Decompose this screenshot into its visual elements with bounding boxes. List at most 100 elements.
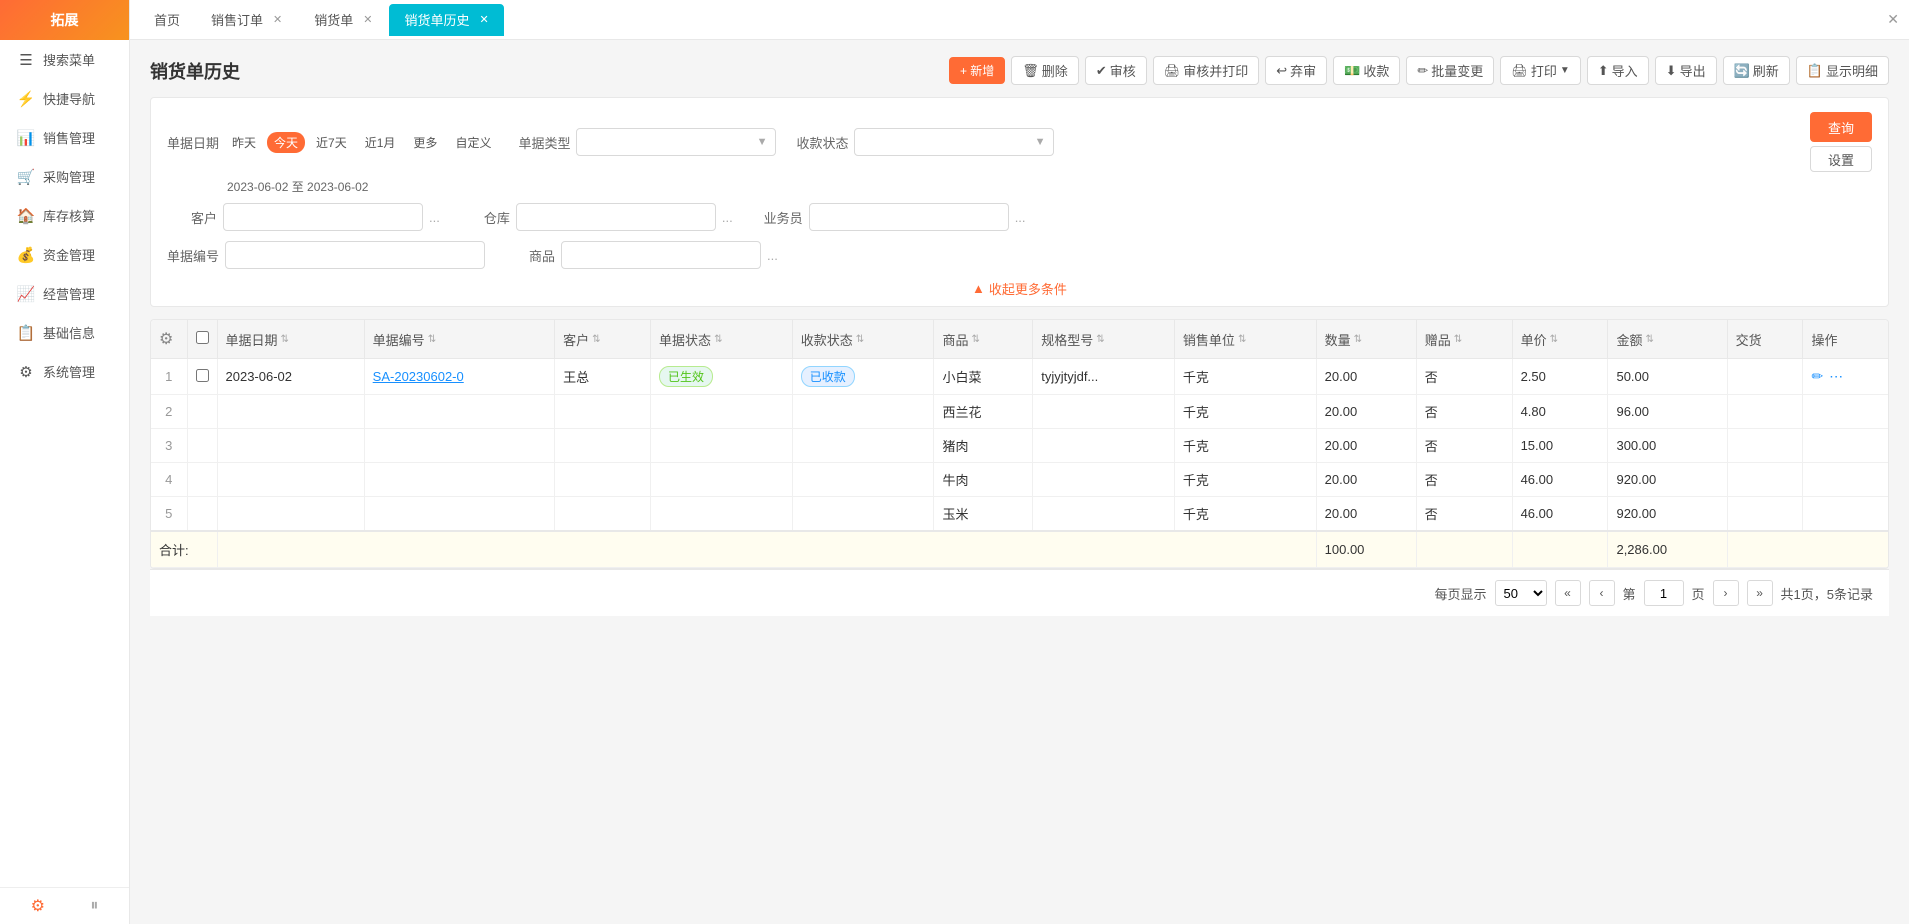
customer-input[interactable] [223,203,423,231]
goods-label: 商品 [505,246,555,265]
row-num: 4 [151,463,187,497]
last-page-button[interactable]: » [1747,580,1773,606]
abandon-icon: ↩ [1276,63,1287,79]
row-price: 46.00 [1512,497,1608,532]
col-customer[interactable]: 客户 ⇅ [555,320,651,359]
system-icon: ⚙ [17,363,35,381]
sidebar-collapse-icon[interactable]: ⏸ [90,897,98,915]
select-all-checkbox[interactable] [196,331,209,344]
col-collect-status[interactable]: 收款状态 ⇅ [792,320,934,359]
col-gift[interactable]: 赠品 ⇅ [1416,320,1512,359]
tabs-close-all-icon[interactable]: ✕ [1887,11,1899,28]
new-button[interactable]: + 新增 [949,57,1005,84]
settings-gear-icon[interactable]: ⚙ [159,331,173,348]
next-page-button[interactable]: › [1713,580,1739,606]
row-select-checkbox[interactable] [196,369,209,382]
tab-sales-delivery-close[interactable]: ✕ [363,13,372,26]
sidebar-item-sales-mgmt[interactable]: 📊 销售管理 [0,118,129,157]
col-amount[interactable]: 金额 ⇅ [1608,320,1727,359]
date-btn-yesterday[interactable]: 昨天 [225,132,263,153]
sidebar-item-system-mgmt[interactable]: ⚙ 系统管理 [0,352,129,391]
sidebar-setting-icon[interactable]: ⚙ [31,896,45,916]
first-page-button[interactable]: « [1555,580,1581,606]
delete-button[interactable]: 🗑 删除 [1011,56,1079,85]
col-doc-status[interactable]: 单据状态 ⇅ [651,320,793,359]
date-btn-more[interactable]: 更多 [406,132,444,153]
col-spec[interactable]: 规格型号 ⇅ [1033,320,1175,359]
collect-status-select[interactable]: ▼ [854,128,1054,156]
query-button[interactable]: 查询 [1810,112,1872,142]
settings-button[interactable]: 设置 [1810,146,1872,172]
customer-label: 客户 [167,208,217,227]
row-customer [555,497,651,532]
col-price[interactable]: 单价 ⇅ [1512,320,1608,359]
sidebar-item-basic-info[interactable]: 📋 基础信息 [0,313,129,352]
audit-button[interactable]: ✔ 审核 [1085,56,1147,85]
warehouse-dots[interactable]: ... [722,210,733,225]
doc-type-select[interactable]: ▼ [576,128,776,156]
doc-no-input[interactable] [225,241,485,269]
tab-sales-delivery[interactable]: 销货单 ✕ [299,4,387,36]
collect-button[interactable]: 💵 收款 [1333,56,1400,85]
col-unit[interactable]: 销售单位 ⇅ [1174,320,1316,359]
edit-icon[interactable]: ✏ [1811,368,1823,385]
row-collect-status [792,395,934,429]
col-goods[interactable]: 商品 ⇅ [934,320,1033,359]
abandon-button[interactable]: ↩ 弃审 [1265,56,1327,85]
col-qty[interactable]: 数量 ⇅ [1316,320,1416,359]
sidebar-item-finance-mgmt[interactable]: 💰 资金管理 [0,235,129,274]
refresh-button[interactable]: 🔄 刷新 [1723,56,1790,85]
salesperson-dots[interactable]: ... [1015,210,1026,225]
row-qty: 20.00 [1316,429,1416,463]
doc-no-link[interactable]: SA-20230602-0 [373,369,464,384]
more-icon[interactable]: ⋯ [1829,368,1843,385]
row-customer [555,429,651,463]
col-settings[interactable]: ⚙ [151,320,187,359]
row-qty: 20.00 [1316,463,1416,497]
import-button[interactable]: ⬆ 导入 [1587,56,1649,85]
date-btn-custom[interactable]: 自定义 [448,132,498,153]
row-transaction [1727,429,1803,463]
tab-sales-order[interactable]: 销售订单 ✕ [196,4,297,36]
tab-home[interactable]: 首页 [140,4,194,36]
sidebar-item-search-menu[interactable]: ☰ 搜索菜单 [0,40,129,79]
per-page-select[interactable]: 50 10 20 100 [1495,580,1547,606]
sidebar-item-purchase-mgmt[interactable]: 🛒 采购管理 [0,157,129,196]
col-doc-no[interactable]: 单据编号 ⇅ [364,320,554,359]
collect-status-label: 收款状态 [796,133,848,152]
print-button[interactable]: 🖨 打印 ▼ [1500,56,1580,85]
row-gift: 否 [1416,463,1512,497]
goods-input[interactable] [561,241,761,269]
date-btn-1month[interactable]: 近1月 [358,132,403,153]
audit-print-icon: 🖨 [1164,63,1181,79]
export-button[interactable]: ⬇ 导出 [1655,56,1717,85]
audit-print-button[interactable]: 🖨 审核并打印 [1153,56,1260,85]
warehouse-input[interactable] [516,203,716,231]
row-price: 15.00 [1512,429,1608,463]
row-doc-date: 2023-06-02 [217,359,364,395]
customer-dots[interactable]: ... [429,210,440,225]
sidebar-item-inventory[interactable]: 🏠 库存核算 [0,196,129,235]
row-doc-status: 已生效 [651,359,793,395]
date-range-display: 2023-06-02 至 2023-06-02 [227,178,1872,195]
salesperson-input[interactable] [809,203,1009,231]
tab-sales-history-close[interactable]: ✕ [480,13,489,26]
sidebar-item-operation-mgmt[interactable]: 📈 经营管理 [0,274,129,313]
batch-change-button[interactable]: ✏ 批量变更 [1406,56,1494,85]
tab-sales-history[interactable]: 销货单历史 ✕ [389,4,503,36]
collapse-button[interactable]: ▲ 收起更多条件 [167,279,1872,298]
goods-dots[interactable]: ... [767,248,778,263]
date-btn-7days[interactable]: 近7天 [309,132,354,153]
col-doc-date[interactable]: 单据日期 ⇅ [217,320,364,359]
date-btn-today[interactable]: 今天 [267,132,305,153]
filter-doc-no: 单据编号 [167,241,485,269]
show-detail-button[interactable]: 📋 显示明细 [1796,56,1889,85]
page-number-input[interactable] [1644,580,1684,606]
doc-status-badge: 已生效 [659,366,713,387]
sidebar-item-quick-nav[interactable]: ⚡ 快捷导航 [0,79,129,118]
summary-total-qty: 100.00 [1316,531,1416,568]
row-num: 3 [151,429,187,463]
prev-page-button[interactable]: ‹ [1589,580,1615,606]
sort-icon: ⇅ [1454,334,1462,345]
tab-sales-order-close[interactable]: ✕ [273,13,282,26]
